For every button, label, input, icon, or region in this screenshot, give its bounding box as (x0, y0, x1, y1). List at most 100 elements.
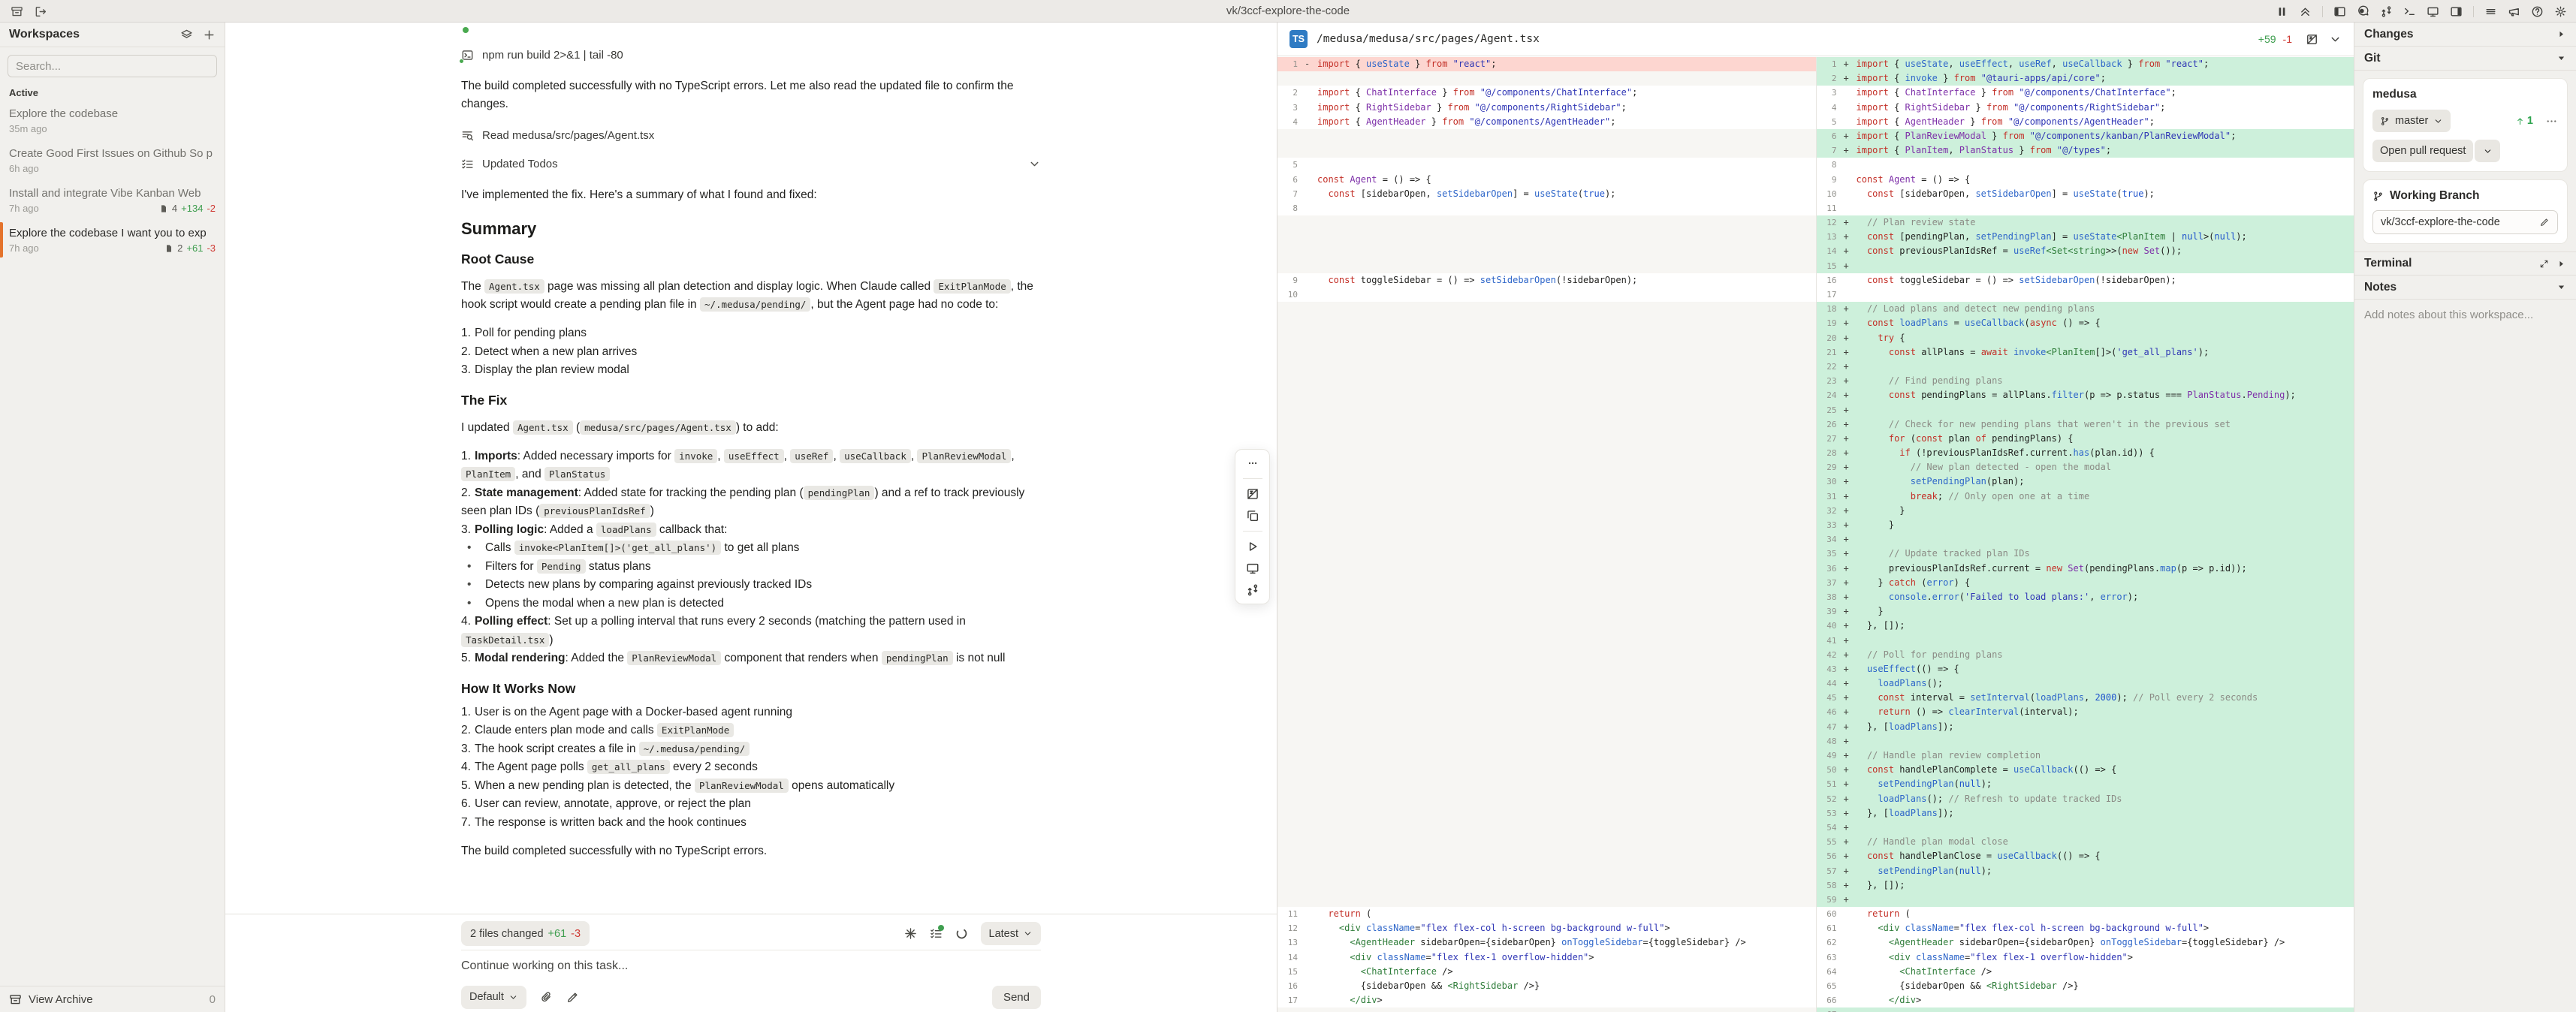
line-number: 44 (1817, 676, 1844, 691)
edit-pencil-icon[interactable] (2539, 217, 2550, 227)
todos-icon (461, 158, 474, 170)
diff-line: 25+ (1817, 403, 2354, 417)
diff-sign: + (1844, 691, 1857, 705)
diff-sign: + (1844, 360, 1857, 374)
working-branch-field[interactable]: vk/3ccf-explore-the-code (2372, 210, 2558, 234)
drag-dots-icon[interactable] (1246, 456, 1259, 470)
tool-call-todos[interactable]: Updated Todos (461, 158, 1041, 170)
branch-dropdown[interactable]: master (2372, 110, 2451, 132)
list-number: 5. (461, 652, 471, 664)
code-text: {sidebarOpen && <RightSidebar />} (1857, 979, 2354, 993)
changes-section-header[interactable]: Changes (2354, 23, 2576, 47)
list-number: 7. (461, 816, 471, 829)
numbered-list-item: 5.When a new pending plan is detected, t… (461, 777, 1041, 796)
text-run: ( (573, 421, 580, 434)
sparkle-icon[interactable] (904, 927, 917, 940)
panel-left-icon[interactable] (2333, 5, 2346, 18)
workspace-item[interactable]: Explore the codebase35m ago (0, 101, 225, 140)
pull-request-dropdown[interactable] (2475, 140, 2500, 162)
copy-icon[interactable] (1246, 509, 1259, 523)
git-compare-icon[interactable] (1246, 583, 1259, 597)
diff-style-icon[interactable] (2306, 33, 2318, 46)
diff-line: 38+ console.error('Failed to load plans:… (1817, 590, 2354, 604)
text-run: : Added state for tracking the pending p… (578, 486, 804, 499)
line-number: 20 (1817, 331, 1844, 345)
todos-icon[interactable] (930, 927, 943, 940)
line-number: 58 (1817, 878, 1844, 893)
diff-filler-line (1277, 489, 1816, 504)
play-icon[interactable] (1246, 540, 1259, 553)
diff-filler-line (1277, 446, 1816, 460)
code-text: import { RightSidebar } from "@/componen… (1857, 101, 2354, 115)
archive-icon (9, 993, 22, 1006)
removed-count: -3 (207, 242, 216, 254)
code-text: // Find pending plans (1857, 374, 2354, 388)
diff-sign: + (1844, 316, 1857, 330)
layers-icon[interactable] (180, 29, 193, 41)
collapse-diff-icon[interactable] (2329, 33, 2342, 46)
chat-bubble-icon[interactable] (2357, 5, 2369, 18)
diff-sign (1305, 101, 1317, 115)
pen-icon[interactable] (566, 991, 579, 1004)
diff-filler-line (1277, 562, 1816, 576)
diff-z-icon[interactable] (1246, 487, 1259, 501)
monitor-icon[interactable] (2427, 5, 2439, 18)
open-pull-request-button[interactable]: Open pull request (2372, 140, 2473, 162)
tool-call-terminal-box[interactable]: npm run build 2>&1 | tail -80 (461, 49, 1041, 62)
panel-right-icon[interactable] (2450, 5, 2463, 18)
notes-section-header[interactable]: Notes (2354, 276, 2576, 300)
terminal-section-header[interactable]: Terminal (2354, 251, 2576, 276)
tool-call-read[interactable]: Read medusa/src/pages/Agent.tsx (461, 129, 1041, 142)
diff-line: 50+ const handlePlanComplete = useCallba… (1817, 763, 2354, 777)
diff-line: 3import { RightSidebar } from "@/compone… (1277, 101, 1816, 115)
chevron-down-icon[interactable] (1028, 158, 1041, 170)
workspace-item[interactable]: Explore the codebase I want you to exp7h… (0, 220, 225, 260)
workspace-item[interactable]: Install and integrate Vibe Kanban Web7h … (0, 180, 225, 220)
pause-icon[interactable] (2276, 5, 2288, 18)
view-archive-button[interactable]: View Archive 0 (0, 986, 225, 1012)
text-run: The response is written back and the hoo… (475, 816, 747, 829)
text-run: Poll for pending plans (475, 327, 587, 339)
diff-line: 58+ }, []); (1817, 878, 2354, 893)
workspace-diffstat: 2+61-3 (164, 242, 216, 254)
latest-dropdown[interactable]: Latest (981, 922, 1042, 945)
workspace-item[interactable]: Create Good First Issues on Github So p6… (0, 140, 225, 180)
send-button[interactable]: Send (992, 986, 1041, 1009)
help-icon[interactable] (2531, 5, 2544, 18)
terminal-icon[interactable] (2403, 5, 2416, 18)
files-changed-label: 2 files changed (470, 928, 544, 940)
chevron-down-icon (2433, 116, 2443, 126)
chevrons-up-icon[interactable] (2299, 5, 2312, 18)
diff-line: 56+ const handlePlanClose = useCallback(… (1817, 849, 2354, 863)
diff-line: 16 const toggleSidebar = () => setSideba… (1817, 273, 2354, 288)
diff-line: 17 </div> (1277, 993, 1816, 1007)
notes-placeholder[interactable]: Add notes about this workspace... (2354, 300, 2576, 330)
git-section-header[interactable]: Git (2354, 47, 2576, 71)
diff-filler-line (1277, 864, 1816, 878)
plus-icon[interactable] (203, 29, 216, 41)
diff-sign: + (1844, 345, 1857, 360)
diff-sign (1844, 115, 1857, 129)
menu-icon[interactable] (2484, 5, 2497, 18)
numbered-list-item: 3.Display the plan review modal (461, 361, 1041, 380)
diff-sign (1305, 86, 1317, 100)
more-options-icon[interactable] (2545, 115, 2558, 128)
search-input[interactable] (8, 55, 217, 77)
message-input[interactable] (461, 959, 1041, 973)
latest-label: Latest (989, 928, 1019, 940)
gear-icon[interactable] (2554, 5, 2567, 18)
changes-label: Changes (2364, 28, 2413, 41)
model-dropdown[interactable]: Default (461, 986, 526, 1009)
line-number: 24 (1817, 388, 1844, 402)
monitor-icon[interactable] (1246, 562, 1259, 575)
code-text: } catch (error) { (1857, 576, 2354, 590)
diff-line: 11 (1817, 201, 2354, 215)
expand-icon[interactable] (2539, 259, 2549, 269)
diff-sign: + (1844, 388, 1857, 402)
line-number: 11 (1817, 201, 1844, 215)
line-number: 13 (1817, 230, 1844, 244)
git-compare-icon[interactable] (2380, 5, 2393, 18)
attach-icon[interactable] (540, 991, 553, 1004)
files-changed-button[interactable]: 2 files changed +61 -3 (461, 921, 590, 946)
megaphone-icon[interactable] (2508, 5, 2520, 18)
